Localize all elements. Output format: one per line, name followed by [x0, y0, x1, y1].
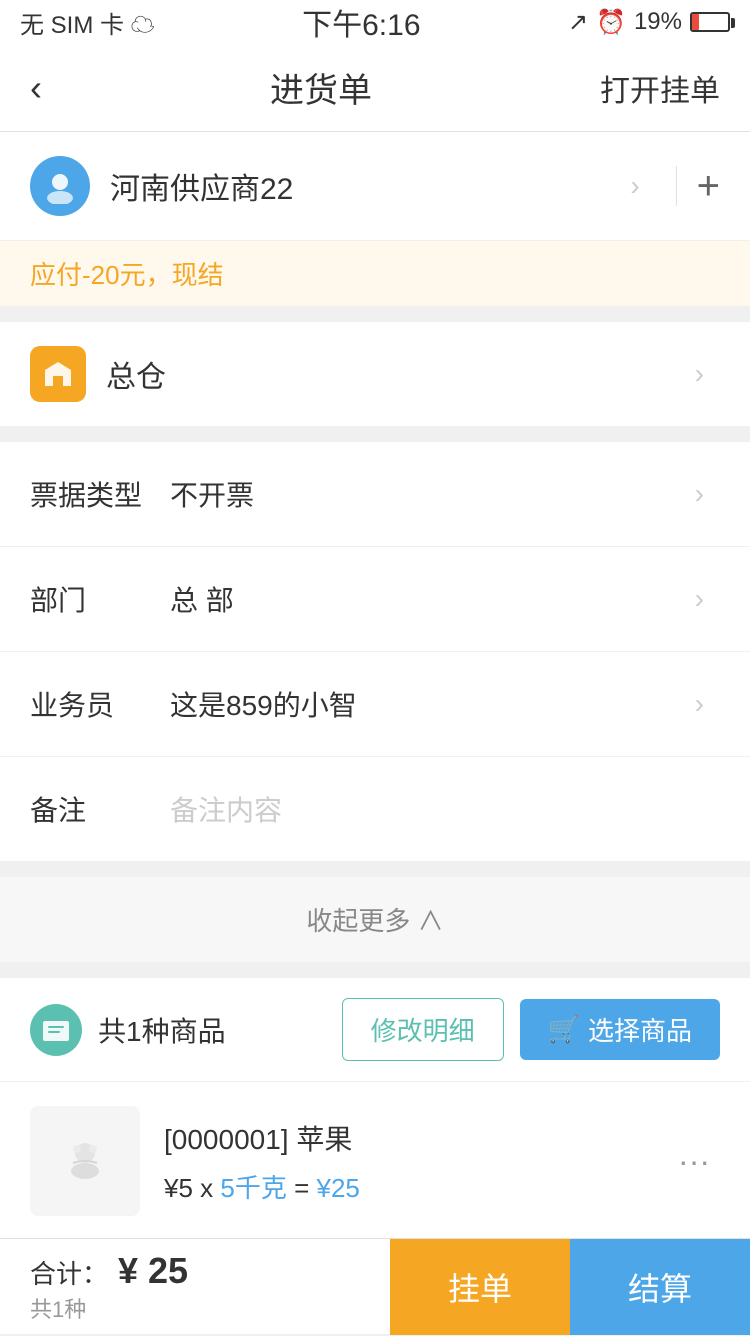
supplier-avatar [30, 156, 90, 216]
department-chevron-icon: › [695, 583, 704, 615]
battery-text: 19% [634, 8, 682, 36]
supplier-row[interactable]: 河南供应商22 › + [0, 132, 750, 241]
hang-button[interactable]: 挂单 [390, 1239, 570, 1335]
status-time: 下午6:16 [302, 0, 420, 44]
supplier-section: 河南供应商22 › + 应付-20元，现结 [0, 132, 750, 306]
product-price: ¥5 x 5千克 = ¥25 [164, 1168, 668, 1205]
invoice-type-row[interactable]: 票据类型 不开票 › [0, 442, 750, 547]
total-sub: 共1种 [30, 1292, 360, 1324]
warehouse-icon [30, 346, 86, 402]
department-value: 总 部 [150, 579, 695, 619]
salesman-row[interactable]: 业务员 这是859的小智 › [0, 652, 750, 757]
page-title: 进货单 [270, 63, 372, 112]
battery-icon [690, 12, 730, 32]
salesman-label: 业务员 [30, 684, 150, 724]
product-unit-price: ¥5 [164, 1173, 193, 1203]
remark-label: 备注 [30, 789, 150, 829]
product-count-icon [30, 1004, 82, 1056]
product-name: [0000001] 苹果 [164, 1118, 668, 1158]
status-right: ↗ ⏰ 19% [568, 8, 730, 37]
collapse-bar[interactable]: 收起更多 ∧ [0, 877, 750, 962]
total-amount: ¥ 25 [118, 1250, 188, 1292]
alarm-icon: ⏰ [596, 8, 626, 37]
remark-input[interactable]: 备注内容 [150, 789, 720, 829]
invoice-type-label: 票据类型 [30, 474, 150, 514]
product-item: [0000001] 苹果 ¥5 x 5千克 = ¥25 ··· [0, 1082, 750, 1240]
back-button[interactable]: ‹ [30, 67, 42, 109]
form-section: 票据类型 不开票 › 部门 总 部 › 业务员 这是859的小智 › 备注 备注… [0, 442, 750, 861]
status-bar: 无 SIM 卡 ☁ 下午6:16 ↗ ⏰ 19% [0, 0, 750, 44]
checkout-button[interactable]: 结算 [570, 1239, 750, 1335]
warehouse-row[interactable]: 总仓 › [0, 322, 750, 426]
total-label: 合计： [30, 1254, 108, 1291]
product-section: 共1种商品 修改明细 🛒 选择商品 [0000001] 苹果 ¥5 x 5千克 … [0, 978, 750, 1240]
warehouse-name: 总仓 [106, 352, 695, 396]
product-header: 共1种商品 修改明细 🛒 选择商品 [0, 978, 750, 1082]
divider [676, 166, 677, 206]
salesman-chevron-icon: › [695, 688, 704, 720]
product-thumbnail [30, 1106, 140, 1216]
sim-status: 无 SIM 卡 ☁ [20, 5, 155, 40]
location-icon: ↗ [568, 8, 588, 37]
department-row[interactable]: 部门 总 部 › [0, 547, 750, 652]
department-label: 部门 [30, 579, 150, 619]
product-info: [0000001] 苹果 ¥5 x 5千克 = ¥25 [164, 1118, 668, 1205]
nav-bar: ‹ 进货单 打开挂单 [0, 44, 750, 132]
supplier-name: 河南供应商22 [110, 164, 630, 208]
total-section: 合计： ¥ 25 共1种 [0, 1250, 390, 1324]
product-count-text: 共1种商品 [98, 1010, 342, 1050]
warehouse-chevron-icon: › [695, 358, 704, 390]
product-quantity: 5千克 [220, 1173, 286, 1203]
edit-detail-button[interactable]: 修改明细 [342, 998, 504, 1061]
salesman-value: 这是859的小智 [150, 684, 695, 724]
remark-row[interactable]: 备注 备注内容 [0, 757, 750, 861]
supplier-chevron-icon: › [630, 170, 639, 202]
select-product-label: 选择商品 [588, 1011, 692, 1048]
open-pending-button[interactable]: 打开挂单 [600, 66, 720, 110]
notice-bar: 应付-20元，现结 [0, 241, 750, 306]
invoice-chevron-icon: › [695, 478, 704, 510]
cart-icon: 🛒 [548, 1014, 580, 1045]
status-left: 无 SIM 卡 ☁ [20, 5, 155, 40]
select-product-button[interactable]: 🛒 选择商品 [520, 999, 720, 1060]
invoice-type-value: 不开票 [150, 474, 695, 514]
bottom-bar: 合计： ¥ 25 共1种 挂单 结算 [0, 1238, 750, 1334]
add-button[interactable]: + [697, 164, 720, 209]
product-more-button[interactable]: ··· [668, 1143, 720, 1180]
product-total: ¥25 [317, 1173, 360, 1203]
